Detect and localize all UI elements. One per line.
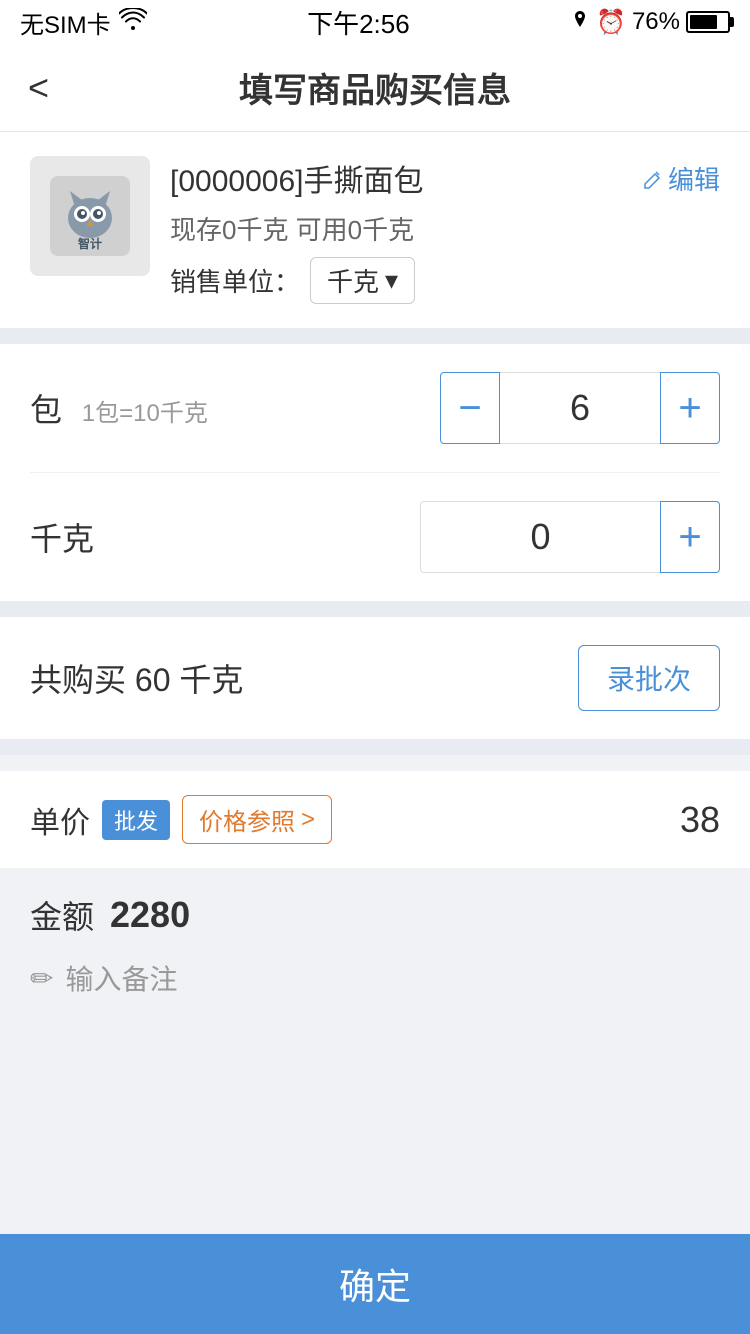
- kg-label: 千克: [30, 521, 94, 557]
- nav-bar: < 填写商品购买信息: [0, 44, 750, 132]
- wifi-icon: [119, 8, 147, 36]
- note-row[interactable]: ✏ 输入备注: [30, 958, 720, 998]
- bao-quantity-control: − +: [440, 372, 720, 444]
- status-time: 下午2:56: [307, 4, 410, 41]
- battery-percent: 76%: [632, 8, 680, 36]
- alarm-icon: ⏰: [596, 8, 626, 37]
- separator-3: [0, 739, 750, 755]
- product-unit-row: 销售单位： 千克 ▾: [170, 257, 720, 304]
- bao-label: 包: [30, 392, 62, 428]
- product-name: [0000006]手撕面包: [170, 156, 423, 200]
- unit-select[interactable]: 千克 ▾: [310, 257, 415, 304]
- edit-label: 编辑: [668, 160, 720, 197]
- status-right: ⏰ 76%: [570, 8, 730, 37]
- separator-2: [0, 601, 750, 617]
- bao-row: 包 1包=10千克 − +: [30, 344, 720, 473]
- price-ref-arrow: >: [301, 806, 315, 834]
- carrier-text: 无SIM卡: [20, 5, 111, 40]
- product-info: [0000006]手撕面包 编辑 现存0千克 可用0千克 销售单位： 千克 ▾: [170, 156, 720, 304]
- back-button[interactable]: <: [28, 67, 49, 109]
- confirm-button[interactable]: 确定: [0, 1234, 750, 1334]
- bao-sublabel: 1包=10千克: [82, 400, 208, 427]
- price-label: 单价: [30, 798, 90, 842]
- kg-label-group: 千克: [30, 514, 94, 560]
- battery-icon: [686, 11, 730, 33]
- price-label-group: 单价 批发 价格参照 >: [30, 795, 332, 844]
- input-section: 包 1包=10千克 − + 千克 +: [0, 344, 750, 601]
- unit-value: 千克: [327, 262, 379, 299]
- svg-text:智计: 智计: [77, 236, 102, 251]
- batch-button[interactable]: 录批次: [578, 645, 720, 711]
- unit-label: 销售单位：: [170, 262, 300, 299]
- unit-dropdown-icon: ▾: [385, 265, 398, 296]
- kg-quantity-input[interactable]: [420, 501, 660, 573]
- amount-section: 金额 2280 ✏ 输入备注: [0, 868, 750, 1014]
- edit-button[interactable]: 编辑: [642, 160, 720, 197]
- bao-quantity-input[interactable]: [500, 372, 660, 444]
- summary-text: 共购买 60 千克: [30, 655, 243, 701]
- price-value: 38: [680, 799, 720, 841]
- page-title: 填写商品购买信息: [239, 63, 511, 112]
- status-left: 无SIM卡: [20, 5, 147, 40]
- main-content: 单价 批发 价格参照 > 38 金额 2280 ✏ 输入备注: [0, 771, 750, 1171]
- kg-row: 千克 +: [30, 473, 720, 601]
- amount-value: 2280: [110, 894, 190, 936]
- price-row: 单价 批发 价格参照 > 38: [30, 795, 720, 844]
- bao-decrement-button[interactable]: −: [440, 372, 500, 444]
- note-icon: ✏: [30, 962, 53, 995]
- product-name-row: [0000006]手撕面包 编辑: [170, 156, 720, 200]
- location-icon: [570, 8, 590, 36]
- kg-increment-button[interactable]: +: [660, 501, 720, 573]
- amount-row: 金额 2280: [30, 892, 720, 938]
- product-stock: 现存0千克 可用0千克: [170, 210, 720, 247]
- price-section: 单价 批发 价格参照 > 38: [0, 771, 750, 868]
- price-ref-button[interactable]: 价格参照 >: [182, 795, 332, 844]
- amount-label: 金额: [30, 892, 94, 938]
- bao-increment-button[interactable]: +: [660, 372, 720, 444]
- price-badge: 批发: [102, 800, 170, 840]
- kg-quantity-control: +: [420, 501, 720, 573]
- note-label: 输入备注: [65, 958, 177, 998]
- summary-section: 共购买 60 千克 录批次: [0, 617, 750, 739]
- status-bar: 无SIM卡 下午2:56 ⏰ 76%: [0, 0, 750, 44]
- bao-label-group: 包 1包=10千克: [30, 385, 208, 431]
- product-section: 智计 [0000006]手撕面包 编辑 现存0千克 可用0千克 销售单位： 千克…: [0, 132, 750, 328]
- price-ref-label: 价格参照: [199, 802, 295, 837]
- product-image: 智计: [30, 156, 150, 276]
- separator-1: [0, 328, 750, 344]
